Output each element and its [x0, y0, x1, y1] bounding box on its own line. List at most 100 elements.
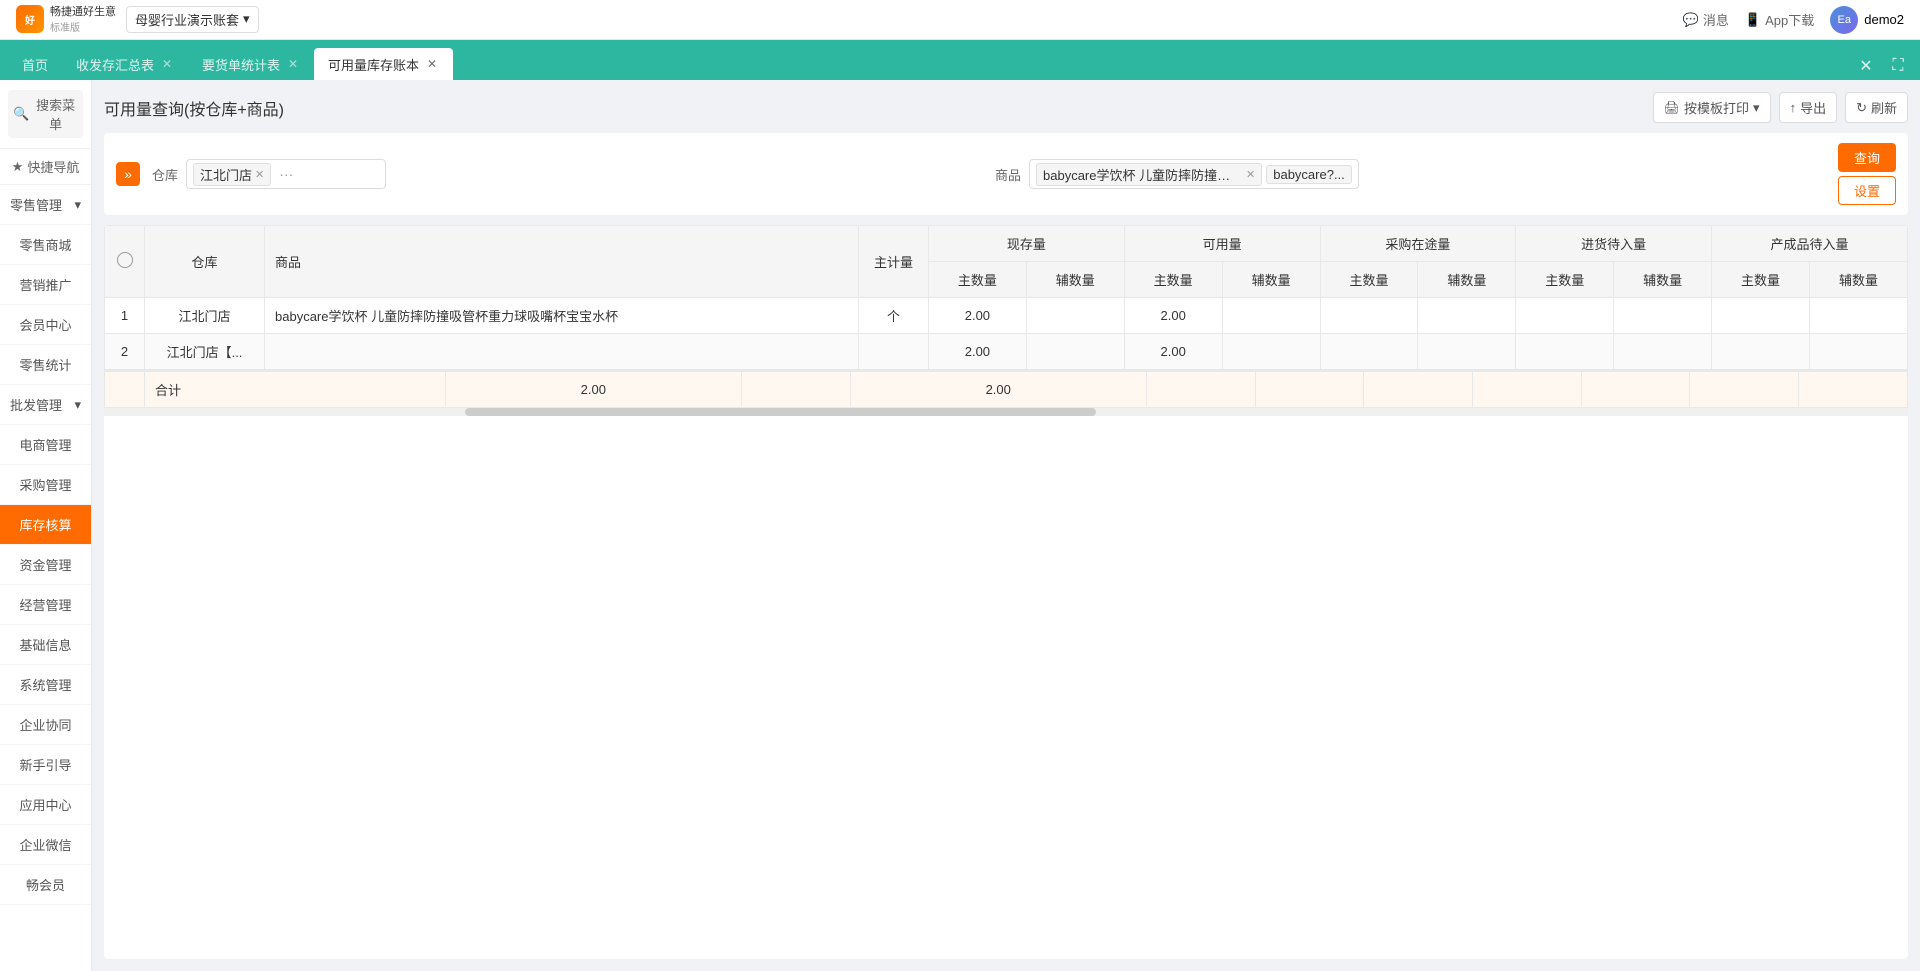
cell-prodp-main	[1712, 298, 1810, 334]
sidebar-item-vip-member[interactable]: 畅会员	[0, 865, 91, 905]
th-avail-sub: 辅数量	[1222, 262, 1320, 298]
sidebar-item-wholesale-mgmt[interactable]: 批发管理 ▾	[0, 385, 91, 425]
sidebar-item-enterprise-wechat[interactable]: 企业微信	[0, 825, 91, 865]
product-filter-group: 商品 babycare学饮杯 儿童防摔防撞吸管杯重力球吸嘴杯宝宝水杯 ✕ bab…	[995, 159, 1826, 189]
th-pp-main: 主数量	[1516, 262, 1614, 298]
data-table: 仓库 商品 主计量 现存量 可用量 采购在途量 进货待入量 产成品待入量 主数量…	[104, 225, 1908, 370]
search-menu-btn[interactable]: 🔍 搜索菜单	[8, 90, 83, 138]
setting-button[interactable]: 设置	[1838, 176, 1896, 205]
footer-stock-sub	[741, 372, 850, 408]
footer-pt-sub	[1364, 372, 1473, 408]
user-avatar-area[interactable]: Ea demo2	[1830, 6, 1904, 34]
footer-pp-sub	[1581, 372, 1690, 408]
tab-bar-actions: ✕ ⛶	[1844, 52, 1920, 80]
sidebar-quick-nav[interactable]: ★ 快捷导航	[0, 149, 91, 185]
query-button[interactable]: 查询	[1838, 143, 1896, 172]
sidebar-item-ecom-mgmt[interactable]: 电商管理	[0, 425, 91, 465]
table-container: 仓库 商品 主计量 现存量 可用量 采购在途量 进货待入量 产成品待入量 主数量…	[104, 225, 1908, 959]
tab-close-order-stats[interactable]: ✕	[286, 57, 300, 71]
app-icon: 📱	[1745, 12, 1761, 28]
th-stock-sub: 辅数量	[1026, 262, 1124, 298]
cell-stock-sub	[1026, 334, 1124, 370]
cell-prodp-sub	[1809, 334, 1907, 370]
table-footer: 合计 2.00 2.00	[104, 370, 1908, 408]
footer-pp-main	[1472, 372, 1581, 408]
th-unit: 主计量	[858, 226, 928, 298]
sidebar-item-marketing[interactable]: 营销推广	[0, 265, 91, 305]
chevron-down-icon: ▾	[243, 11, 250, 27]
warehouse-filter-group: 仓库 江北门店 ✕ ···	[152, 159, 983, 189]
message-btn[interactable]: 💬 消息	[1683, 10, 1729, 29]
tab-order-stats[interactable]: 要货单统计表 ✕	[188, 48, 314, 80]
sidebar-item-retail-mall[interactable]: 零售商城	[0, 225, 91, 265]
product-tag-1[interactable]: babycare学饮杯 儿童防摔防撞吸管杯重力球吸嘴杯宝宝水杯 ✕	[1036, 163, 1262, 186]
app-download-btn[interactable]: 📱 App下载	[1745, 10, 1814, 29]
warehouse-tag-1[interactable]: 江北门店 ✕	[193, 163, 271, 186]
th-settings[interactable]	[105, 226, 145, 298]
cell-avail-main: 2.00	[1124, 298, 1222, 334]
sidebar-item-retail-mgmt[interactable]: 零售管理 ▾	[0, 185, 91, 225]
top-bar-right: 💬 消息 📱 App下载 Ea demo2	[1683, 6, 1904, 34]
table-header-row-1: 仓库 商品 主计量 现存量 可用量 采购在途量 进货待入量 产成品待入量	[105, 226, 1908, 262]
refresh-btn[interactable]: ↻ 刷新	[1845, 92, 1908, 123]
cell-index: 1	[105, 298, 145, 334]
cell-avail-sub	[1222, 298, 1320, 334]
cell-index: 2	[105, 334, 145, 370]
cell-prodp-sub	[1809, 298, 1907, 334]
product-tag-2[interactable]: babycare?...	[1266, 165, 1352, 184]
tab-close-all-btn[interactable]: ✕	[1852, 52, 1880, 80]
cell-pt-main	[1320, 334, 1418, 370]
sidebar-item-enterprise[interactable]: 企业协同	[0, 705, 91, 745]
filter-action-buttons: 查询 设置	[1838, 143, 1896, 205]
tab-close-receive-send[interactable]: ✕	[160, 57, 174, 71]
sidebar-item-finance[interactable]: 资金管理	[0, 545, 91, 585]
warehouse-more-btn[interactable]: ···	[275, 166, 297, 182]
print-template-btn[interactable]: 🖨 按模板打印 ▾	[1653, 92, 1771, 123]
footer-avail-sub	[1146, 372, 1255, 408]
warehouse-tag-1-close[interactable]: ✕	[255, 168, 264, 181]
cell-stock-main: 2.00	[928, 334, 1026, 370]
sidebar: 🔍 搜索菜单 ★ 快捷导航 零售管理 ▾ 零售商城 营销推广 会员中心 零售统计…	[0, 80, 92, 971]
cell-avail-main: 2.00	[1124, 334, 1222, 370]
tab-fullscreen-btn[interactable]: ⛶	[1884, 52, 1912, 80]
th-avail-main: 主数量	[1124, 262, 1222, 298]
sidebar-item-basic-info[interactable]: 基础信息	[0, 625, 91, 665]
sidebar-item-purchase-mgmt[interactable]: 采购管理	[0, 465, 91, 505]
product-tag-1-close[interactable]: ✕	[1246, 168, 1255, 181]
table-scrollbar[interactable]	[104, 408, 1908, 416]
footer-prodp-sub	[1799, 372, 1908, 408]
cell-stock-main: 2.00	[928, 298, 1026, 334]
th-purchase-pending: 进货待入量	[1516, 226, 1712, 262]
page-actions: 🖨 按模板打印 ▾ ↑ 导出 ↻ 刷新	[1653, 92, 1909, 123]
footer-row: 合计 2.00 2.00	[105, 372, 1908, 408]
tab-available-ledger[interactable]: 可用量库存账本 ✕	[314, 48, 453, 80]
tab-receive-send[interactable]: 收发存汇总表 ✕	[62, 48, 188, 80]
cell-prodp-main	[1712, 334, 1810, 370]
message-icon: 💬	[1683, 12, 1699, 28]
account-selector[interactable]: 母婴行业演示账套 ▾	[126, 6, 259, 33]
sidebar-item-inventory[interactable]: 库存核算	[0, 505, 91, 545]
sidebar-item-new-guide[interactable]: 新手引导	[0, 745, 91, 785]
th-pt-main: 主数量	[1320, 262, 1418, 298]
export-btn[interactable]: ↑ 导出	[1779, 92, 1838, 123]
filter-expand-btn[interactable]: »	[116, 162, 140, 186]
sidebar-item-member[interactable]: 会员中心	[0, 305, 91, 345]
product-filter-input[interactable]: babycare学饮杯 儿童防摔防撞吸管杯重力球吸嘴杯宝宝水杯 ✕ babyca…	[1029, 159, 1359, 189]
settings-icon	[117, 252, 133, 268]
sidebar-item-app-center[interactable]: 应用中心	[0, 785, 91, 825]
tab-home[interactable]: 首页	[8, 48, 62, 80]
cell-pt-main	[1320, 298, 1418, 334]
logo-icon: 好	[16, 5, 44, 33]
table-body: 1 江北门店 babycare学饮杯 儿童防摔防撞吸管杯重力球吸嘴杯宝宝水杯 个…	[105, 298, 1908, 370]
sidebar-item-retail-stats[interactable]: 零售统计	[0, 345, 91, 385]
tab-close-available-ledger[interactable]: ✕	[425, 57, 439, 71]
chevron-down-icon: ▾	[1753, 100, 1760, 116]
search-icon: 🔍	[13, 106, 29, 122]
chevron-icon: ▾	[74, 197, 81, 213]
main-layout: 🔍 搜索菜单 ★ 快捷导航 零售管理 ▾ 零售商城 营销推广 会员中心 零售统计…	[0, 80, 1920, 971]
cell-unit: 个	[858, 298, 928, 334]
warehouse-filter-input[interactable]: 江北门店 ✕ ···	[186, 159, 386, 189]
sidebar-item-ops-mgmt[interactable]: 经营管理	[0, 585, 91, 625]
sidebar-item-sys-mgmt[interactable]: 系统管理	[0, 665, 91, 705]
table-scrollbar-thumb[interactable]	[465, 408, 1096, 416]
